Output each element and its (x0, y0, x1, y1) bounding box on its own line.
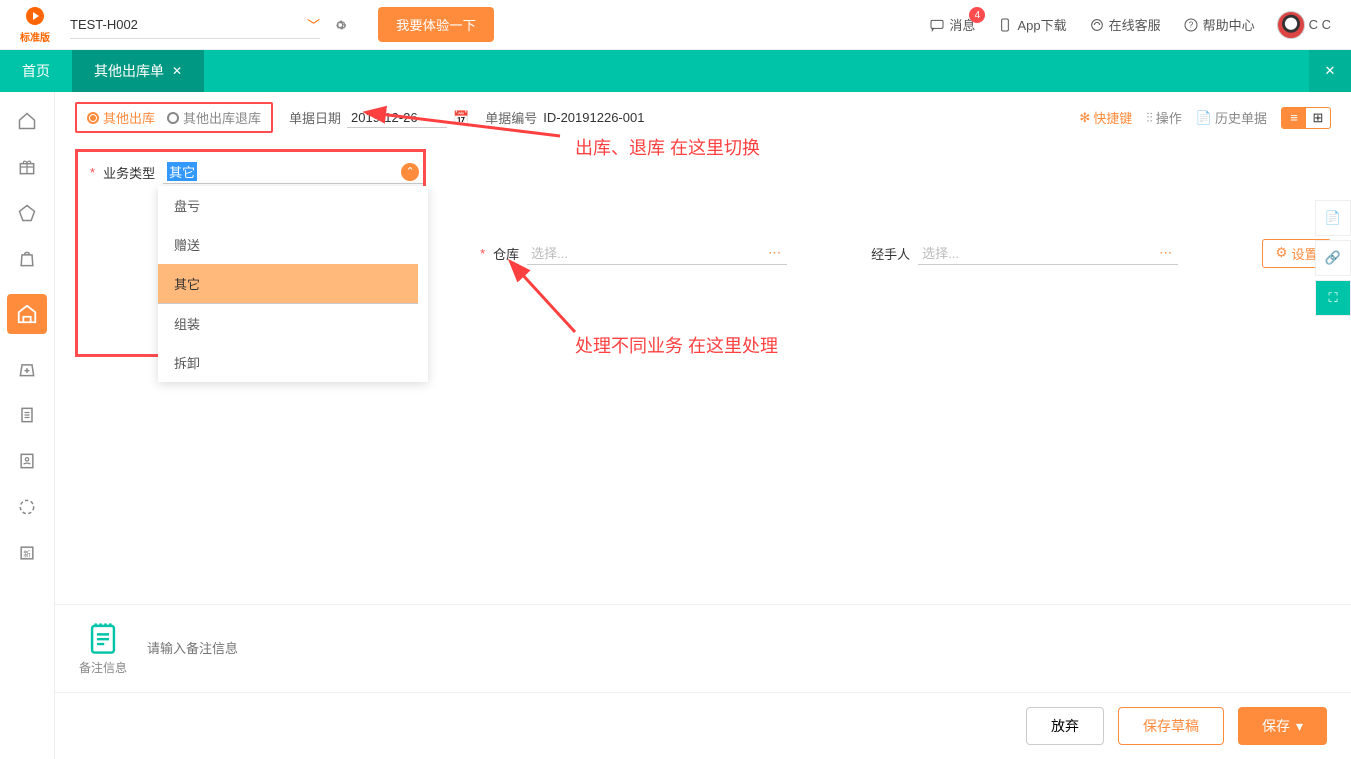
app-download-link[interactable]: App下载 (997, 15, 1066, 34)
nav-home-icon[interactable] (16, 110, 38, 132)
avatar (1277, 11, 1305, 39)
nav-warehouse-icon[interactable] (7, 294, 47, 334)
gear-icon[interactable] (332, 16, 348, 33)
svg-text:新: 新 (23, 548, 31, 558)
right-rail: 📄 🔗 ⛶ (1315, 200, 1351, 316)
workspace-name: TEST-H002 (70, 17, 138, 32)
radio-return[interactable]: 其他出库退库 (167, 108, 261, 127)
subtotal-label: 小计 (56, 505, 489, 535)
add-icon[interactable]: ⊕ (1315, 457, 1325, 471)
mode-radio-group: 其他出库 其他出库退库 (75, 102, 273, 133)
doc-number-field: 单据编号 ID-20191226-001 (485, 108, 644, 127)
table-row[interactable]: 10🗑⊕ (56, 451, 1351, 478)
history-link[interactable]: 📄 历史单据 (1196, 108, 1267, 127)
handler-label: 经手人 (871, 244, 910, 263)
svg-text:?: ? (1188, 20, 1193, 29)
dd-option-0[interactable]: 盘亏 (158, 186, 428, 225)
sidebar: 新 (0, 92, 55, 759)
tab-other-out[interactable]: 其他出库单✕ (72, 50, 204, 92)
add-icon[interactable]: ⊕ (1315, 484, 1325, 498)
dd-option-3[interactable]: 组装 (158, 304, 428, 343)
hotkey-link[interactable]: ✻ 快捷键 (1079, 108, 1132, 127)
close-all-tabs[interactable]: ✕ (1309, 50, 1351, 92)
handler-select[interactable]: 选择... ⋯ (918, 241, 1178, 265)
logo: 标准版 (20, 5, 50, 44)
discard-button[interactable]: 放弃 (1026, 707, 1104, 745)
nav-loading-icon[interactable] (16, 496, 38, 518)
workspace-select[interactable]: TEST-H002 ﹀ (70, 11, 320, 39)
add-icon[interactable]: ⊕ (1315, 376, 1325, 390)
rail-link-icon[interactable]: 🔗 (1315, 240, 1351, 276)
table-row[interactable]: 11🗑⊕ (56, 478, 1351, 505)
user-menu[interactable]: C C (1277, 11, 1331, 39)
view-grid-icon[interactable]: ⊞ (1306, 108, 1330, 128)
biz-type-value: 其它 (167, 162, 197, 181)
nav-clipboard-icon[interactable] (16, 404, 38, 426)
message-badge: 4 (969, 7, 985, 23)
experience-button[interactable]: 我要体验一下 (378, 7, 494, 42)
biz-type-label: 业务类型 (103, 163, 155, 182)
delete-icon[interactable]: 🗑 (1296, 376, 1311, 390)
delete-icon[interactable]: 🗑 (1296, 430, 1311, 444)
help-center-link[interactable]: ? 帮助中心 (1183, 15, 1255, 34)
chevron-up-icon: ⌃ (401, 163, 419, 181)
nav-gift-icon[interactable] (16, 156, 38, 178)
close-icon[interactable]: ✕ (172, 64, 182, 78)
memo-icon: 备注信息 (79, 621, 127, 676)
nav-pentagon-icon[interactable] (16, 202, 38, 224)
add-icon[interactable]: ⊕ (1315, 430, 1325, 444)
warehouse-select[interactable]: 选择... ⋯ (527, 241, 787, 265)
dd-option-4[interactable]: 拆卸 (158, 343, 428, 382)
add-icon[interactable]: ⊕ (1315, 403, 1325, 417)
warehouse-label: 仓库 (493, 244, 519, 263)
online-service-link[interactable]: 在线客服 (1089, 15, 1161, 34)
delete-icon[interactable]: 🗑 (1296, 484, 1311, 498)
tab-home[interactable]: 首页 (0, 50, 72, 92)
biz-type-dropdown: 盘亏 赠送 其它 组装 拆卸 (158, 186, 428, 382)
doc-date-field: 单据日期 2019-12-26 📅 (289, 108, 469, 128)
doc-date-value[interactable]: 2019-12-26 (347, 108, 447, 128)
rail-expand-icon[interactable]: ⛶ (1315, 280, 1351, 316)
radio-out[interactable]: 其他出库 (87, 108, 155, 127)
memo-input[interactable] (147, 641, 1327, 656)
view-list-icon[interactable]: ≡ (1282, 108, 1306, 128)
doc-number-value: ID-20191226-001 (543, 110, 644, 125)
biz-type-select[interactable]: 其它 ⌃ (163, 160, 423, 184)
nav-money-icon[interactable] (16, 358, 38, 380)
view-toggle: ≡ ⊞ (1281, 107, 1331, 129)
save-button[interactable]: 保存 ▾ (1238, 707, 1327, 745)
table-row[interactable]: 8🗑⊕ (56, 397, 1351, 424)
dd-option-1[interactable]: 赠送 (158, 225, 428, 264)
operate-link[interactable]: ⫶⫶ 操作 (1146, 108, 1182, 127)
subtotal-qty: 0.00 (489, 505, 617, 535)
delete-icon[interactable]: 🗑 (1296, 457, 1311, 471)
chevron-down-icon: ﹀ (307, 15, 320, 34)
messages-link[interactable]: 消息 4 (929, 15, 975, 34)
more-icon[interactable]: ⋯ (768, 245, 783, 261)
calendar-icon[interactable]: 📅 (453, 110, 469, 126)
chevron-down-icon: ▾ (1296, 718, 1303, 735)
table-row[interactable]: 9🗑⊕ (56, 424, 1351, 451)
delete-icon[interactable]: 🗑 (1296, 403, 1311, 417)
nav-bag-icon[interactable] (16, 248, 38, 270)
subtotal-amount: 0.00 (808, 505, 1000, 535)
nav-contact-icon[interactable] (16, 450, 38, 472)
save-draft-button[interactable]: 保存草稿 (1118, 707, 1224, 745)
dd-option-2[interactable]: 其它 (158, 264, 418, 304)
nav-new-icon[interactable]: 新 (16, 542, 38, 564)
more-icon[interactable]: ⋯ (1159, 245, 1174, 261)
rail-doc-icon[interactable]: 📄 (1315, 200, 1351, 236)
